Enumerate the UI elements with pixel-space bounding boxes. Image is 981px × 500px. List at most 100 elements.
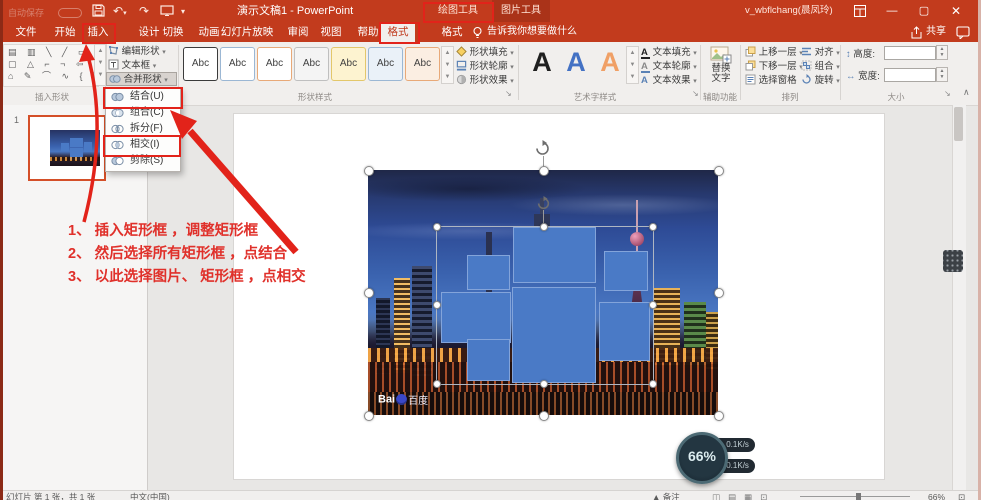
size-dialog-launcher[interactable]: ↘: [944, 89, 951, 98]
bring-forward-button[interactable]: 上移一层 ▾: [745, 46, 803, 60]
picture-resize-handle[interactable]: [364, 288, 374, 298]
group-resize-handle[interactable]: [649, 223, 657, 231]
shape-style-preset[interactable]: Abc: [331, 47, 366, 81]
qat-customize-icon[interactable]: ▾: [181, 1, 185, 23]
rotate-handle-picture[interactable]: [534, 140, 551, 157]
zoom-widget[interactable]: 66%: [676, 432, 728, 484]
tab-format-picture[interactable]: 格式: [437, 22, 467, 42]
group-resize-handle[interactable]: [540, 223, 548, 231]
notes-button[interactable]: ▲ 备注: [652, 491, 680, 500]
wordart-preset[interactable]: A: [561, 46, 591, 78]
tab-slideshow[interactable]: 幻灯片放映: [220, 22, 274, 42]
view-buttons[interactable]: ◫▤▦⊡: [712, 491, 775, 500]
zoom-percent[interactable]: 66%: [928, 491, 945, 500]
group-resize-handle[interactable]: [433, 380, 441, 388]
shape-outline-button[interactable]: 形状轮廓 ▾: [456, 60, 514, 74]
autosave-switch[interactable]: [58, 8, 82, 18]
shape-style-preset[interactable]: Abc: [220, 47, 255, 81]
zoom-slider[interactable]: [800, 496, 910, 497]
tab-view[interactable]: 视图: [316, 22, 346, 42]
rotate-button[interactable]: 旋转 ▾: [801, 74, 840, 88]
blue-rectangle[interactable]: [467, 339, 510, 381]
shape-fill-button[interactable]: 形状填充 ▾: [456, 46, 514, 60]
align-button[interactable]: 对齐 ▾: [801, 46, 840, 60]
group-resize-handle[interactable]: [649, 301, 657, 309]
account-user-name[interactable]: v_wbflchang(晨凤玲): [745, 0, 833, 22]
maximize-button[interactable]: ▢: [914, 0, 934, 22]
blue-rectangle[interactable]: [467, 255, 510, 290]
text-fill-button[interactable]: A 文本填充 ▾: [641, 46, 697, 60]
fit-slide-icon[interactable]: ⊡: [958, 491, 965, 500]
picture-resize-handle[interactable]: [364, 166, 374, 176]
wordart-preset[interactable]: A: [527, 46, 557, 78]
picture-resize-handle[interactable]: [714, 411, 724, 421]
share-button[interactable]: 共享: [926, 22, 946, 42]
group-resize-handle[interactable]: [433, 301, 441, 309]
send-backward-button[interactable]: 下移一层 ▾: [745, 60, 803, 74]
autosave-toggle[interactable]: 自动保存: [8, 6, 44, 19]
redo-icon[interactable]: ↷: [139, 0, 149, 22]
width-input[interactable]: [884, 68, 936, 82]
shape-effects-button[interactable]: 形状效果 ▾: [456, 74, 514, 88]
shape-gallery[interactable]: ▤ ▥ ╲ ╱ ▭ ○ ▢ △ ⌐ ¬ ⇦ ⇩ ⌂ ✎ ⌒ ∿ { }: [3, 44, 102, 87]
tab-file[interactable]: 文件: [8, 22, 44, 42]
text-effects-button[interactable]: A 文本效果 ▾: [641, 74, 697, 88]
group-resize-handle[interactable]: [433, 223, 441, 231]
shape-style-preset[interactable]: Abc: [257, 47, 292, 81]
blue-rectangle[interactable]: [599, 302, 650, 361]
shape-style-preset[interactable]: Abc: [294, 47, 329, 81]
shape-gallery-row1[interactable]: ▤ ▥ ╲ ╱ ▭ ○: [8, 46, 102, 58]
comments-icon[interactable]: [956, 26, 970, 39]
rotate-handle-group[interactable]: [536, 196, 551, 211]
wordart-scroll[interactable]: ▲ ▼ ▼: [626, 46, 639, 84]
tab-review[interactable]: 审阅: [283, 22, 313, 42]
start-slideshow-icon[interactable]: [160, 5, 174, 17]
text-outline-button[interactable]: A 文本轮廓 ▾: [641, 60, 697, 74]
picture-resize-handle[interactable]: [714, 166, 724, 176]
wordart-dialog-launcher[interactable]: ↘: [692, 89, 699, 98]
language-indicator[interactable]: 中文(中国): [130, 491, 170, 500]
picture-resize-handle[interactable]: [364, 411, 374, 421]
save-icon[interactable]: [92, 4, 105, 17]
shape-gallery-row3[interactable]: ⌂ ✎ ⌒ ∿ { }: [8, 70, 98, 82]
group-resize-handle[interactable]: [540, 380, 548, 388]
tab-home[interactable]: 开始: [50, 22, 80, 42]
picture-resize-handle[interactable]: [714, 288, 724, 298]
vertical-scrollbar[interactable]: [952, 105, 966, 490]
selection-pane-button[interactable]: 选择窗格: [745, 74, 797, 87]
scrollbar-thumb[interactable]: [954, 107, 963, 141]
close-button[interactable]: ✕: [946, 0, 966, 22]
width-spinner[interactable]: ▲ ▼: [936, 67, 948, 82]
edit-shape-button[interactable]: 编辑形状 ▾: [108, 45, 166, 59]
collapse-ribbon-icon[interactable]: ∧: [963, 87, 970, 98]
group-button[interactable]: 组合 ▾: [801, 60, 840, 74]
shape-style-preset[interactable]: Abc: [368, 47, 403, 81]
zoom-slider-thumb[interactable]: [856, 493, 861, 500]
shape-styles-dialog-launcher[interactable]: ↘: [505, 89, 512, 98]
shape-styles-scroll[interactable]: ▲ ▼ ▼: [441, 46, 454, 84]
tell-me-box[interactable]: 告诉我你想要做什么: [487, 22, 577, 42]
floating-widget-handle[interactable]: [943, 250, 963, 272]
thumbnail-photo: [50, 130, 100, 166]
height-input[interactable]: [884, 46, 936, 60]
shape-gallery-row2[interactable]: ▢ △ ⌐ ¬ ⇦ ⇩: [8, 58, 102, 70]
group-resize-handle[interactable]: [649, 380, 657, 388]
picture-resize-handle[interactable]: [539, 411, 549, 421]
picture-resize-handle[interactable]: [539, 166, 549, 176]
blue-rectangle[interactable]: [441, 292, 511, 343]
merge-shapes-button[interactable]: 合并形状 ▾: [106, 72, 177, 86]
alt-text-button[interactable]: 替换 文字: [704, 44, 738, 88]
blue-rectangle[interactable]: [512, 287, 596, 383]
shape-style-preset[interactable]: Abc: [405, 47, 440, 81]
slide-thumbnail[interactable]: [28, 115, 106, 181]
ribbon-display-options-icon[interactable]: [850, 0, 870, 17]
minimize-button[interactable]: —: [882, 0, 902, 22]
height-label: ↕ 高度:: [846, 49, 876, 60]
shape-style-preset[interactable]: Abc: [183, 47, 218, 81]
text-box-button[interactable]: 文本框 ▾: [108, 59, 156, 73]
wordart-preset[interactable]: A: [595, 46, 625, 78]
tab-transitions[interactable]: 切换: [158, 22, 188, 42]
blue-rectangle[interactable]: [604, 251, 648, 291]
height-spinner[interactable]: ▲ ▼: [936, 45, 948, 60]
blue-rectangle[interactable]: [513, 227, 596, 283]
